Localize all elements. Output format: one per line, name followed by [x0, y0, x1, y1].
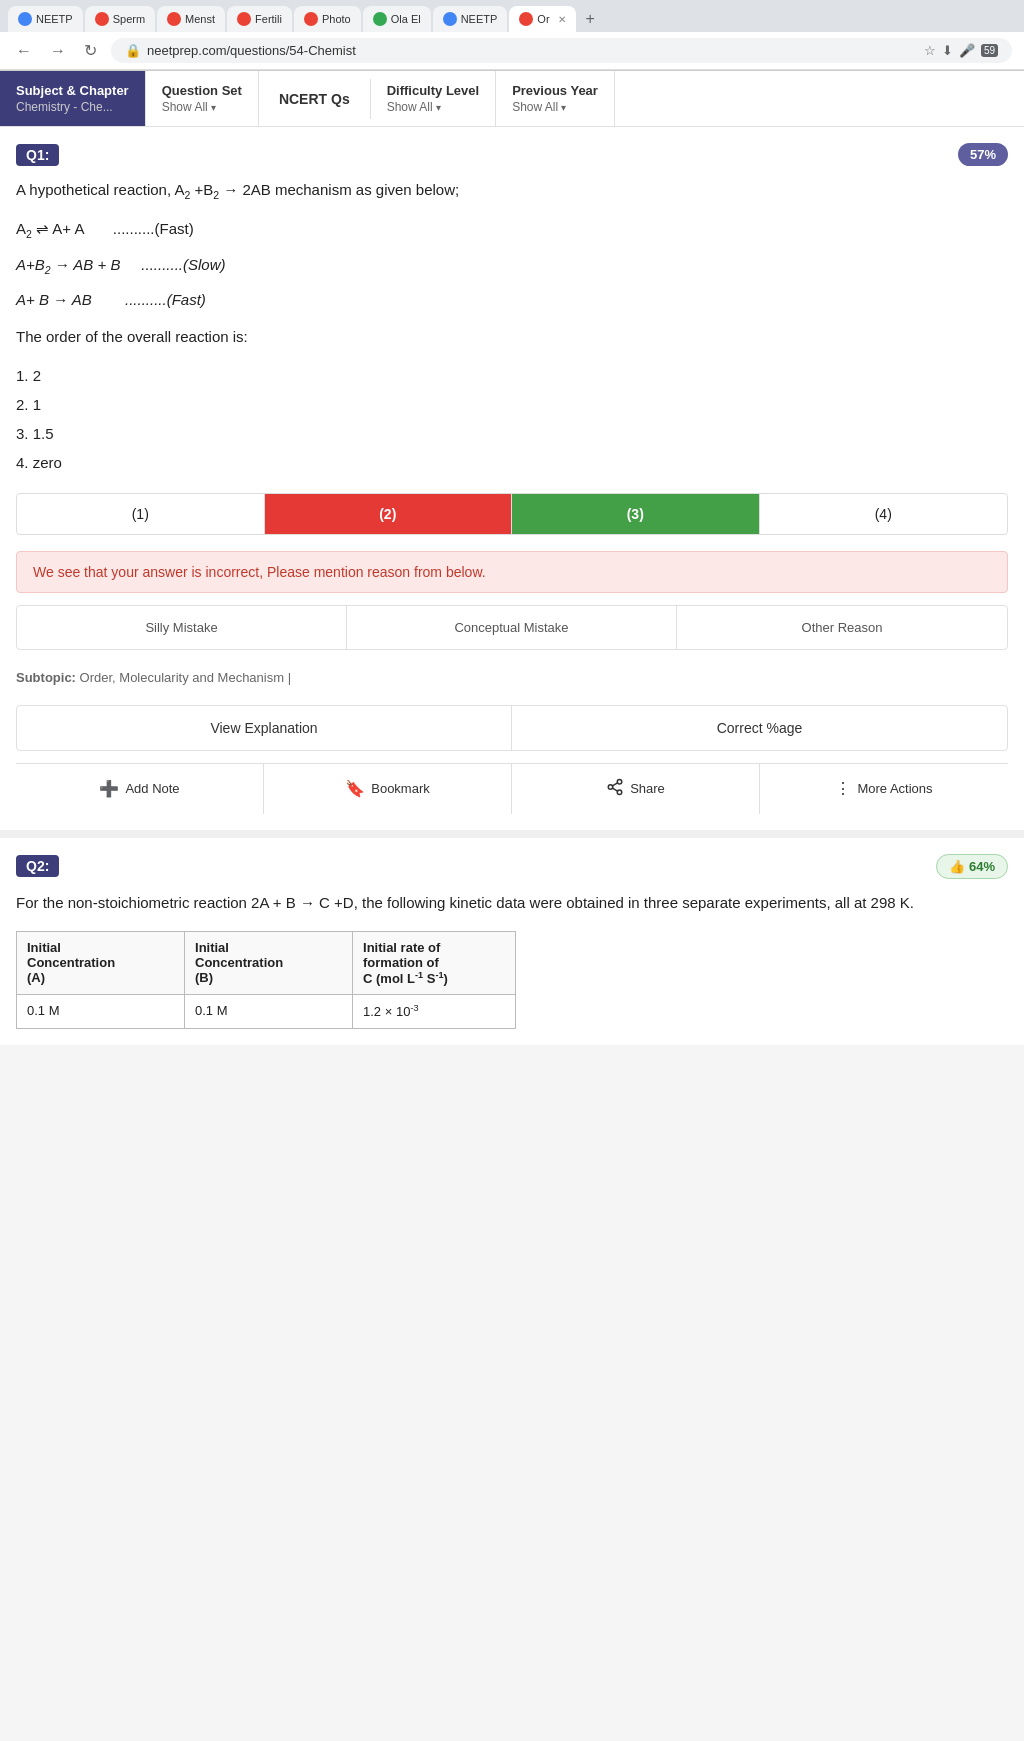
difficulty-sub: Show All ▾: [387, 100, 479, 114]
bookmark-icon: 🔖: [345, 779, 365, 798]
step-1: A2 ⇌ A+ A ..........(Fast): [16, 216, 1008, 244]
tab-ola[interactable]: Ola El: [363, 6, 431, 32]
cell-conc-b-1: 0.1 M: [185, 995, 353, 1028]
add-note-icon: ➕: [99, 779, 119, 798]
options-list: 1. 2 2. 1 3. 1.5 4. zero: [16, 361, 1008, 477]
star-icon[interactable]: ☆: [924, 43, 936, 58]
answer-choice-4[interactable]: (4): [760, 494, 1008, 534]
explanation-action-row: View Explanation Correct %age: [16, 705, 1008, 751]
tab-photo[interactable]: Photo: [294, 6, 361, 32]
answer-choice-3-correct[interactable]: (3): [512, 494, 760, 534]
question-conclusion: The order of the overall reaction is:: [16, 325, 1008, 349]
url-text: neetprep.com/questions/54-Chemist: [147, 43, 918, 58]
cell-rate-1: 1.2 × 10-3: [353, 995, 516, 1028]
view-explanation-button[interactable]: View Explanation: [17, 706, 512, 750]
question-set-label: Question Set: [162, 83, 242, 98]
col-header-conc-b: InitialConcentration(B): [185, 931, 353, 994]
tab-count-badge: 59: [981, 44, 998, 57]
reason-silly-mistake[interactable]: Silly Mistake: [17, 606, 347, 649]
subject-chapter-label: Subject & Chapter: [16, 83, 129, 98]
table-header-row: InitialConcentration(A) InitialConcentra…: [17, 931, 516, 994]
answer-choice-2-incorrect[interactable]: (2): [265, 494, 513, 534]
back-button[interactable]: ←: [12, 40, 36, 62]
question-2-card: Q2: 👍 64% For the non-stoichiometric rea…: [0, 838, 1024, 1045]
tab-menst[interactable]: Menst: [157, 6, 225, 32]
lock-icon: 🔒: [125, 43, 141, 58]
answer-choice-1[interactable]: (1): [17, 494, 265, 534]
share-icon: [606, 778, 624, 800]
reason-other[interactable]: Other Reason: [677, 606, 1007, 649]
question-1-header: Q1: 57%: [16, 143, 1008, 166]
question-2-score: 👍 64%: [936, 854, 1008, 879]
forward-button[interactable]: →: [46, 40, 70, 62]
reason-conceptual-mistake[interactable]: Conceptual Mistake: [347, 606, 677, 649]
tab-fertili[interactable]: Fertili: [227, 6, 292, 32]
tab-bar: NEETP Sperm Menst Fertili Photo Ola El N…: [0, 0, 1024, 32]
tab-or-active[interactable]: Or ✕: [509, 6, 575, 32]
question-2-text: For the non-stoichiometric reaction 2A +…: [16, 891, 1008, 915]
answer-bar: (1) (2) (3) (4): [16, 493, 1008, 535]
col-header-rate: Initial rate offormation ofC (mol L-1 S-…: [353, 931, 516, 994]
filter-subject-chapter[interactable]: Subject & Chapter Chemistry - Che...: [0, 71, 146, 126]
q2-score-text: 64%: [969, 859, 995, 874]
previous-year-sub: Show All ▾: [512, 100, 598, 114]
bookmark-button[interactable]: 🔖 Bookmark: [264, 764, 512, 814]
chevron-down-icon-3: ▾: [561, 102, 566, 113]
option-4[interactable]: 4. zero: [16, 448, 1008, 477]
filter-bar: Subject & Chapter Chemistry - Che... Que…: [0, 71, 1024, 127]
chevron-down-icon-2: ▾: [436, 102, 441, 113]
new-tab-button[interactable]: +: [578, 6, 603, 32]
subject-chapter-sub: Chemistry - Che...: [16, 100, 129, 114]
tab-sperm[interactable]: Sperm: [85, 6, 155, 32]
subtopic: Subtopic: Order, Molecularity and Mechan…: [16, 662, 1008, 693]
col-header-conc-a: InitialConcentration(A): [17, 931, 185, 994]
step-3: A+ B → AB ..........(Fast): [16, 287, 1008, 313]
url-box[interactable]: 🔒 neetprep.com/questions/54-Chemist ☆ ⬇ …: [111, 38, 1012, 63]
filter-question-set[interactable]: Question Set Show All ▾: [146, 71, 259, 126]
filter-difficulty[interactable]: Difficulty Level Show All ▾: [371, 71, 496, 126]
download-icon[interactable]: ⬇: [942, 43, 953, 58]
question-1-text: A hypothetical reaction, A2 +B2 → 2AB me…: [16, 178, 1008, 204]
cell-conc-a-1: 0.1 M: [17, 995, 185, 1028]
step-2: A+B2 → AB + B ..........(Slow): [16, 252, 1008, 280]
add-note-button[interactable]: ➕ Add Note: [16, 764, 264, 814]
browser-chrome: NEETP Sperm Menst Fertili Photo Ola El N…: [0, 0, 1024, 71]
tab-neetp-1[interactable]: NEETP: [8, 6, 83, 32]
tab-neetp-2[interactable]: NEETP: [433, 6, 508, 32]
filter-previous-year[interactable]: Previous Year Show All ▾: [496, 71, 615, 126]
address-bar: ← → ↻ 🔒 neetprep.com/questions/54-Chemis…: [0, 32, 1024, 70]
mic-icon[interactable]: 🎤: [959, 43, 975, 58]
question-1-card: Q1: 57% A hypothetical reaction, A2 +B2 …: [0, 127, 1024, 838]
more-actions-icon: ⋮: [835, 779, 851, 798]
question-2-header: Q2: 👍 64%: [16, 854, 1008, 879]
question-2-number: Q2:: [16, 855, 59, 877]
correct-percentage-button[interactable]: Correct %age: [512, 706, 1007, 750]
mistake-reasons: Silly Mistake Conceptual Mistake Other R…: [16, 605, 1008, 650]
refresh-button[interactable]: ↻: [80, 39, 101, 62]
difficulty-label: Difficulty Level: [387, 83, 479, 98]
error-notice: We see that your answer is incorrect, Pl…: [16, 551, 1008, 593]
svg-line-3: [613, 788, 618, 791]
tab-close-icon[interactable]: ✕: [558, 14, 566, 25]
bottom-actions: ➕ Add Note 🔖 Bookmark Share ⋮ More Actio…: [16, 763, 1008, 814]
question-1-score: 57%: [958, 143, 1008, 166]
svg-line-4: [613, 783, 618, 786]
option-3[interactable]: 3. 1.5: [16, 419, 1008, 448]
table-row: 0.1 M 0.1 M 1.2 × 10-3: [17, 995, 516, 1028]
share-button[interactable]: Share: [512, 764, 760, 814]
more-actions-button[interactable]: ⋮ More Actions: [760, 764, 1008, 814]
question-set-sub: Show All ▾: [162, 100, 242, 114]
previous-year-label: Previous Year: [512, 83, 598, 98]
question-1-number: Q1:: [16, 144, 59, 166]
option-1[interactable]: 1. 2: [16, 361, 1008, 390]
option-2[interactable]: 2. 1: [16, 390, 1008, 419]
ncert-button[interactable]: NCERT Qs: [259, 79, 371, 119]
kinetic-data-table: InitialConcentration(A) InitialConcentra…: [16, 931, 516, 1029]
chevron-down-icon: ▾: [211, 102, 216, 113]
